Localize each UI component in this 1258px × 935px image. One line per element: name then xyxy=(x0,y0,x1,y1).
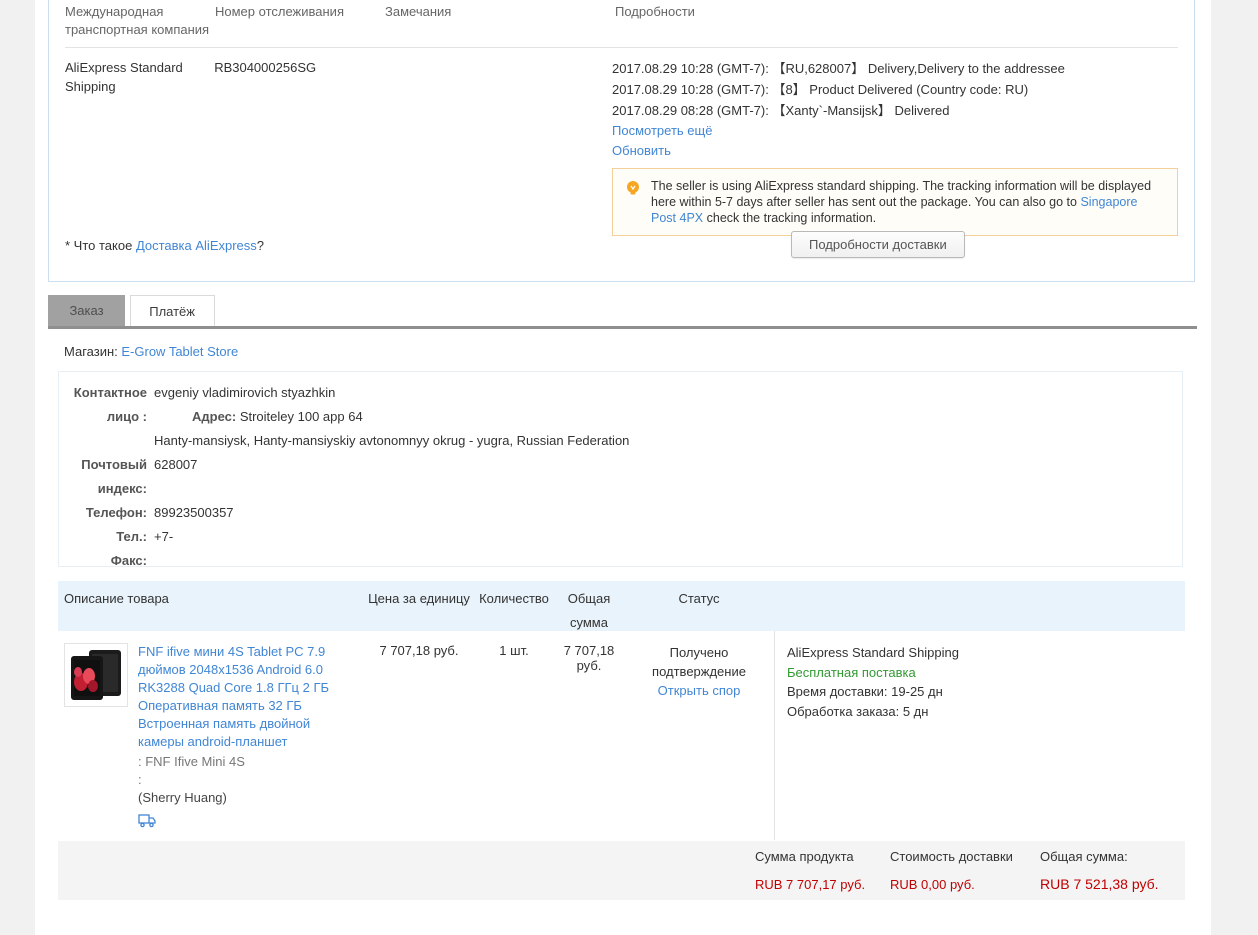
grand-total-block: Общая сумма: RUB 7 521,38 руб. xyxy=(1040,849,1159,892)
contact-info-box: Контактное лицо : evgeniy vladimirovich … xyxy=(58,371,1183,568)
lightbulb-icon xyxy=(625,180,641,203)
see-more-link[interactable]: Посмотреть ещё xyxy=(612,121,1178,141)
item-total: 7 707,18 руб. xyxy=(563,643,615,673)
delivery-time: Время доставки: 19-25 дн xyxy=(787,684,943,699)
status-text: Получено подтверждение xyxy=(652,645,746,679)
item-shipping-cell: AliExpress Standard Shipping Бесплатная … xyxy=(774,631,1185,840)
address-label: Адрес: xyxy=(192,409,237,424)
what-is-suffix: ? xyxy=(256,238,265,253)
what-is-shipping-line: * Что такое Доставка AliExpress? xyxy=(65,238,264,253)
open-dispute-link[interactable]: Открыть спор xyxy=(658,683,741,698)
order-item-row: FNF ifive мини 4S Tablet PC 7.9 дюймов 2… xyxy=(58,631,1185,840)
grand-total-label: Общая сумма: xyxy=(1040,849,1128,864)
page-background-right xyxy=(1211,0,1258,935)
shipping-method: AliExpress Standard Shipping xyxy=(787,645,959,660)
shipping-details-button[interactable]: Подробности доставки xyxy=(791,231,965,258)
product-sum-value: RUB 7 707,17 руб. xyxy=(755,877,866,892)
what-is-prefix: * Что такое xyxy=(65,238,136,253)
seller-name: (Sherry Huang) xyxy=(138,790,227,805)
tracking-table-row: AliExpress Standard Shipping RB304000256… xyxy=(65,58,1179,236)
tab-underline xyxy=(48,326,1197,329)
tel-value: +7- xyxy=(154,529,174,544)
address-line: Адрес: Stroiteley 100 app 64 xyxy=(154,405,629,429)
product-thumbnail[interactable] xyxy=(64,643,128,707)
tracking-details-cell: 2017.08.29 10:28 (GMT-7): 【RU,628007】 De… xyxy=(612,58,1179,236)
col-header-details: Подробности xyxy=(615,4,695,19)
tel-row: Тел.: +7- xyxy=(67,525,1182,549)
contact-name: evgeniy vladimirovich styazhkin xyxy=(154,385,336,400)
fax-label: Факс: xyxy=(110,553,147,568)
notice-text-after: check the tracking information. xyxy=(703,211,877,225)
processing-time: Обработка заказа: 5 дн xyxy=(787,703,929,719)
product-title-link[interactable]: FNF ifive мини 4S Tablet PC 7.9 дюймов 2… xyxy=(138,643,356,751)
header-total: Общая сумма xyxy=(567,591,611,630)
contact-person-label: Контактное лицо : xyxy=(73,385,147,424)
shipping-notice-text: The seller is using AliExpress standard … xyxy=(651,178,1165,226)
zip-row: Почтовый индекс: 628007 xyxy=(67,453,1182,501)
order-table-header: Описание товара Цена за единицу Количест… xyxy=(58,581,1185,631)
phone-label: Телефон: xyxy=(85,505,147,520)
store-label: Магазин: xyxy=(64,344,118,359)
header-description: Описание товара xyxy=(64,591,169,606)
item-description-text: FNF ifive мини 4S Tablet PC 7.9 дюймов 2… xyxy=(138,643,356,833)
product-subtitle: : FNF Ifive Mini 4S xyxy=(138,754,245,769)
zip-value: 628007 xyxy=(154,457,198,472)
shipping-truck-icon[interactable] xyxy=(138,813,156,833)
tracking-event: 2017.08.29 10:28 (GMT-7): 【8】 Product De… xyxy=(612,82,1029,97)
col-header-remarks: Замечания xyxy=(385,4,452,19)
item-unit-price: 7 707,18 руб. xyxy=(379,643,459,658)
header-quantity: Количество xyxy=(479,591,549,606)
tab-payment[interactable]: Платёж xyxy=(129,295,215,326)
product-sum-block: Сумма продукта RUB 7 707,17 руб. xyxy=(755,849,865,892)
tab-order[interactable]: Заказ xyxy=(48,295,125,326)
tel-label: Тел.: xyxy=(116,529,147,544)
shipping-cost-block: Стоимость доставки RUB 0,00 руб. xyxy=(890,849,1013,892)
zip-label: Почтовый индекс: xyxy=(81,457,147,496)
fax-row: Факс: xyxy=(67,549,1182,573)
carrier-name: AliExpress Standard Shipping xyxy=(65,60,183,94)
free-shipping-text: Бесплатная поставка xyxy=(787,664,916,680)
remarks-cell xyxy=(383,58,612,236)
header-unit-price: Цена за единицу xyxy=(368,591,470,606)
order-tabs: Заказ Платёж xyxy=(48,295,1197,329)
tracking-event: 2017.08.29 08:28 (GMT-7): 【Xanty`-Mansij… xyxy=(612,103,950,118)
phone-value: 89923500357 xyxy=(154,505,234,520)
tracking-table-header: Международная транспортная компания Номе… xyxy=(65,3,1178,48)
phone-row: Телефон: 89923500357 xyxy=(67,501,1182,525)
refresh-link[interactable]: Обновить xyxy=(612,141,1178,161)
store-line: Магазин: E-Grow Tablet Store xyxy=(64,344,238,359)
item-description-cell: FNF ifive мини 4S Tablet PC 7.9 дюймов 2… xyxy=(58,643,364,840)
product-sum-label: Сумма продукта xyxy=(755,849,854,864)
address-street: Stroiteley 100 app 64 xyxy=(236,409,363,424)
col-header-carrier: Международная транспортная компания xyxy=(65,4,210,37)
notice-text-before: The seller is using AliExpress standard … xyxy=(651,179,1152,209)
tracking-panel: Международная транспортная компания Номе… xyxy=(48,0,1195,282)
contact-person-value: evgeniy vladimirovich styazhkin Адрес: S… xyxy=(154,381,629,453)
address-region: Hanty-mansiysk, Hanty-mansiyskiy avtonom… xyxy=(154,433,630,448)
store-link[interactable]: E-Grow Tablet Store xyxy=(121,344,238,359)
header-shipping xyxy=(774,587,1185,631)
shipping-cost-label: Стоимость доставки xyxy=(890,849,1013,864)
col-header-tracking-number: Номер отслеживания xyxy=(215,4,344,19)
product-colon: : xyxy=(138,772,142,787)
contact-row: Контактное лицо : evgeniy vladimirovich … xyxy=(67,381,1182,453)
aliexpress-shipping-link[interactable]: Доставка AliExpress xyxy=(136,238,257,253)
header-status: Статус xyxy=(678,591,720,606)
order-totals-band: Сумма продукта RUB 7 707,17 руб. Стоимос… xyxy=(58,841,1185,900)
shipping-cost-value: RUB 0,00 руб. xyxy=(890,877,975,892)
tracking-event: 2017.08.29 10:28 (GMT-7): 【RU,628007】 De… xyxy=(612,61,1065,76)
shipping-notice-box: The seller is using AliExpress standard … xyxy=(612,168,1179,236)
item-quantity: 1 шт. xyxy=(499,643,529,658)
page-background-left xyxy=(0,0,35,935)
grand-total-value: RUB 7 521,38 руб. xyxy=(1040,876,1159,892)
tracking-number: RB304000256SG xyxy=(214,60,317,75)
item-status-cell: Получено подтверждение Открыть спор xyxy=(624,643,774,840)
